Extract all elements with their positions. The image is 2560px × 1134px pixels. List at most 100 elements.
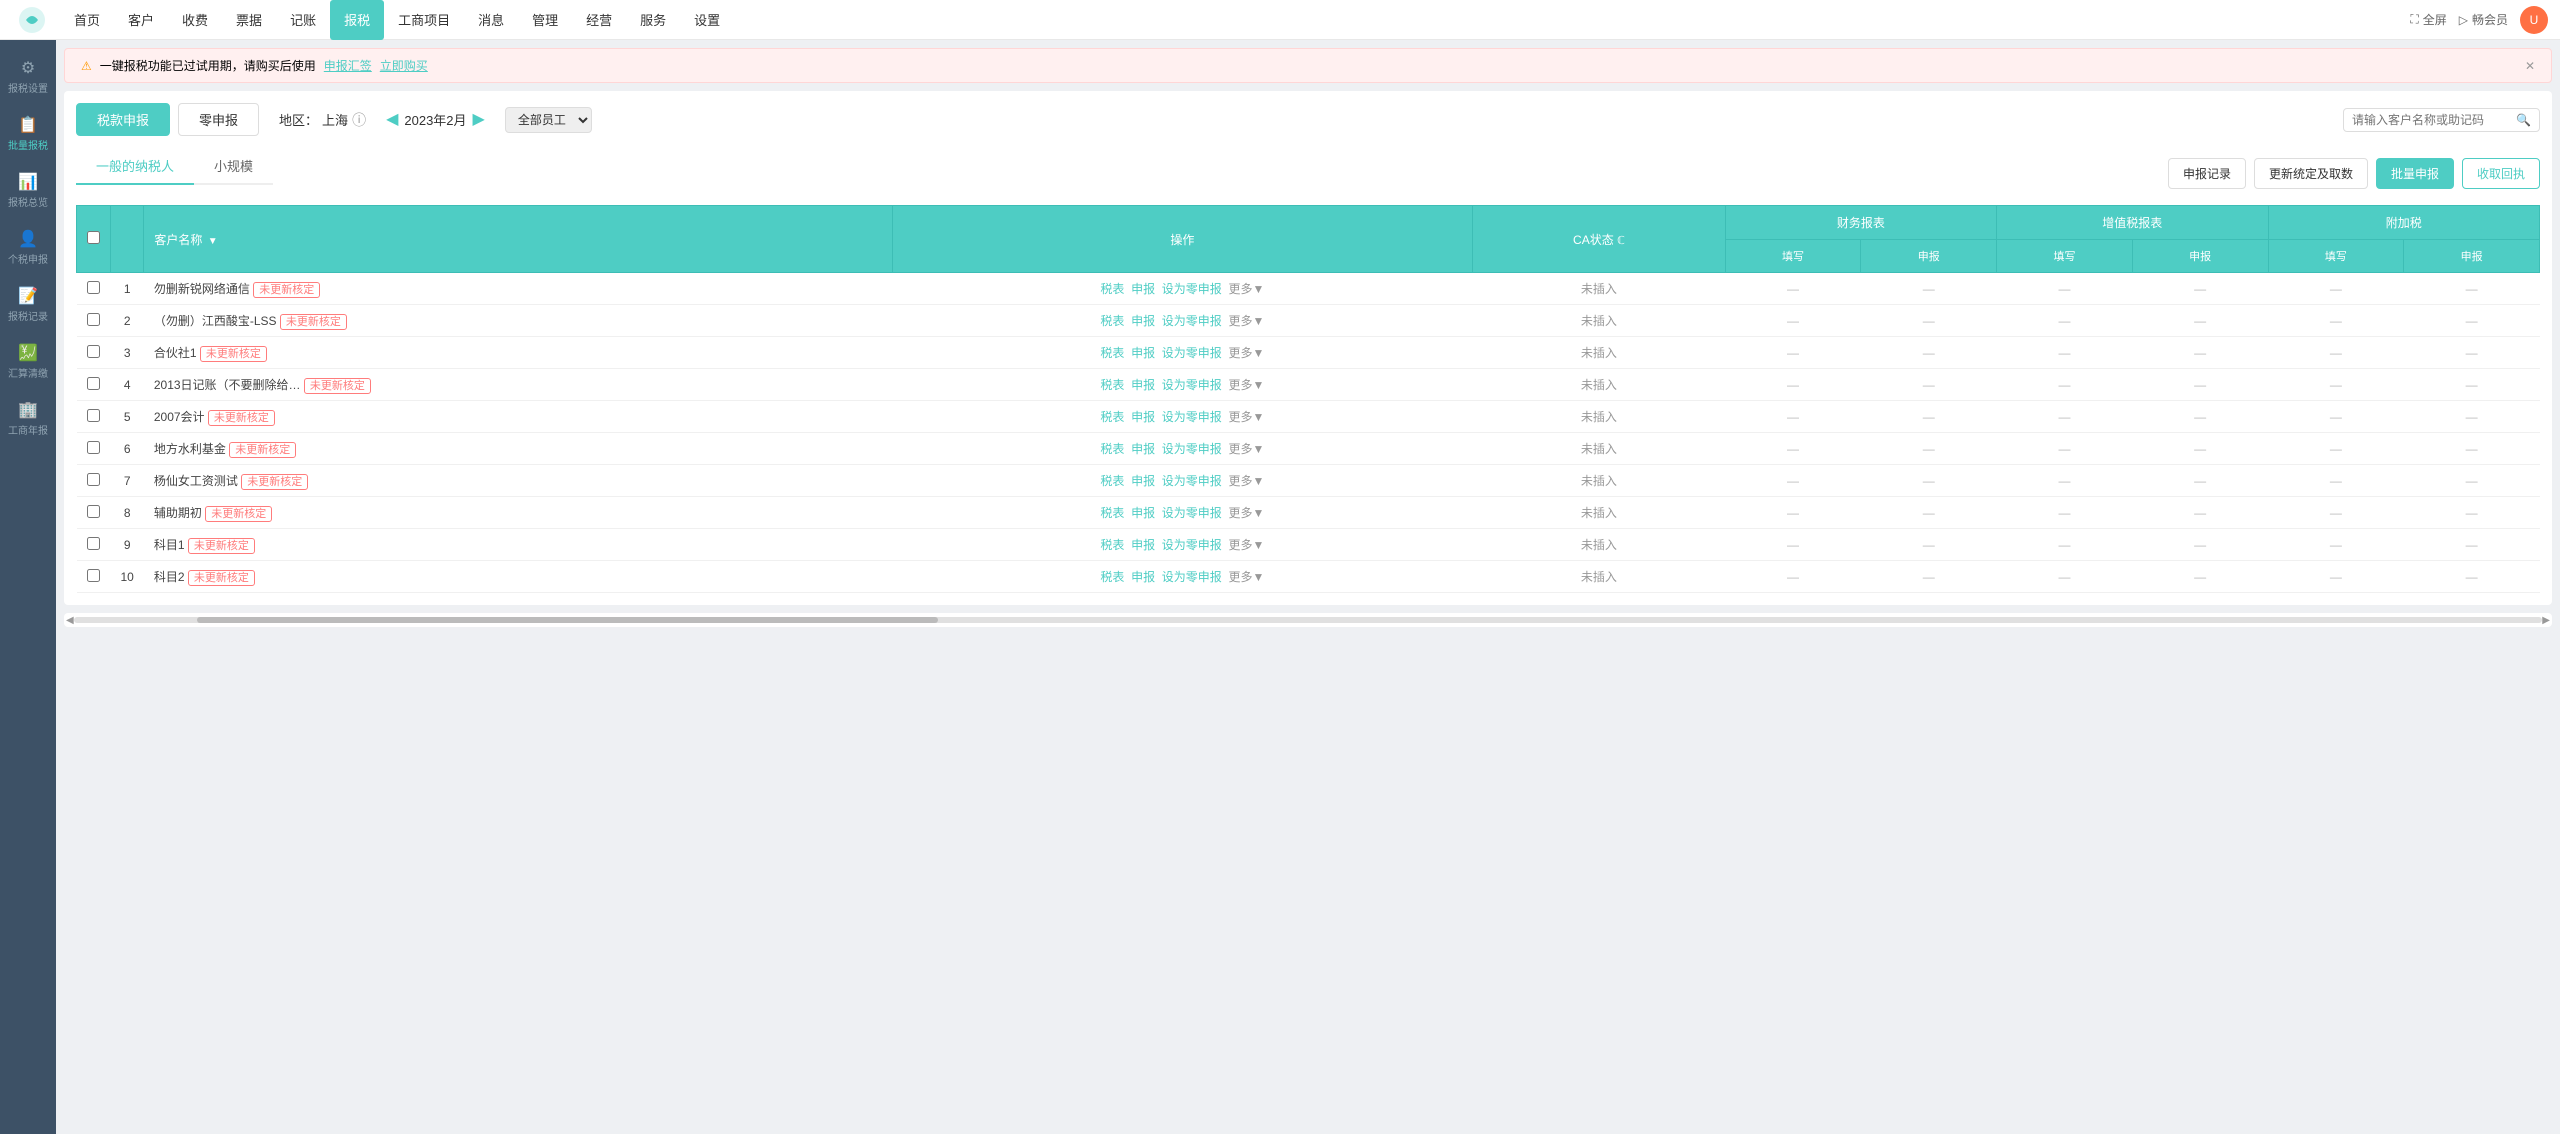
op-zero-declare-1[interactable]: 设为零申报 xyxy=(1162,314,1222,328)
sidebar-item-batch-tax[interactable]: 📋 批量报税 xyxy=(0,105,56,162)
op-declare-7[interactable]: 申报 xyxy=(1131,506,1155,520)
dept-dropdown[interactable]: 全部员工 xyxy=(505,107,592,133)
op-zero-declare-8[interactable]: 设为零申报 xyxy=(1162,538,1222,552)
tab-tax-declaration[interactable]: 税款申报 xyxy=(76,103,170,136)
scroll-left-arrow[interactable]: ◀ xyxy=(66,615,74,626)
row-checkbox-5[interactable] xyxy=(87,441,100,454)
date-prev-button[interactable]: ◀ xyxy=(386,112,398,128)
batch-declare-button[interactable]: 批量申报 xyxy=(2376,158,2454,189)
date-next-button[interactable]: ▶ xyxy=(473,112,485,128)
op-tax-form-3[interactable]: 税表 xyxy=(1100,378,1124,392)
sidebar-label-batch-tax: 批量报税 xyxy=(8,137,48,152)
op-tax-form-8[interactable]: 税表 xyxy=(1100,538,1124,552)
search-input[interactable] xyxy=(2352,113,2512,127)
topnav-item-bookkeeping[interactable]: 记账 xyxy=(276,0,330,40)
sidebar-item-tax-record[interactable]: 📝 报税记录 xyxy=(0,276,56,333)
op-more-7[interactable]: 更多▼ xyxy=(1228,506,1264,520)
sidebar-item-tax-settings[interactable]: ⚙ 报税设置 xyxy=(0,48,56,105)
op-zero-declare-3[interactable]: 设为零申报 xyxy=(1162,378,1222,392)
topnav-item-service[interactable]: 服务 xyxy=(626,0,680,40)
row-client-9: 科目2 未更新核定 xyxy=(144,561,892,593)
op-more-3[interactable]: 更多▼ xyxy=(1228,378,1264,392)
member-icon: ▷ xyxy=(2459,13,2468,27)
scroll-track[interactable] xyxy=(74,617,2543,623)
topnav-item-home[interactable]: 首页 xyxy=(60,0,114,40)
sidebar-item-settlement[interactable]: 💹 汇算清缴 xyxy=(0,333,56,390)
op-tax-form-1[interactable]: 税表 xyxy=(1100,314,1124,328)
declare-record-button[interactable]: 申报记录 xyxy=(2168,158,2246,189)
row-checkbox-9[interactable] xyxy=(87,569,100,582)
topnav-item-commerce[interactable]: 工商项目 xyxy=(384,0,464,40)
op-zero-declare-5[interactable]: 设为零申报 xyxy=(1162,442,1222,456)
row-checkbox-2[interactable] xyxy=(87,345,100,358)
topnav-item-invoice[interactable]: 票据 xyxy=(222,0,276,40)
op-tax-form-9[interactable]: 税表 xyxy=(1100,570,1124,584)
taxpayer-tab-general[interactable]: 一般的纳税人 xyxy=(76,148,194,185)
op-more-5[interactable]: 更多▼ xyxy=(1228,442,1264,456)
op-declare-9[interactable]: 申报 xyxy=(1131,570,1155,584)
op-more-0[interactable]: 更多▼ xyxy=(1228,282,1264,296)
notice-link-buy[interactable]: 立即购买 xyxy=(380,57,428,74)
op-declare-8[interactable]: 申报 xyxy=(1131,538,1155,552)
op-more-2[interactable]: 更多▼ xyxy=(1228,346,1264,360)
notice-link-report[interactable]: 申报汇签 xyxy=(324,57,372,74)
op-declare-0[interactable]: 申报 xyxy=(1131,282,1155,296)
op-zero-declare-2[interactable]: 设为零申报 xyxy=(1162,346,1222,360)
row-checkbox-7[interactable] xyxy=(87,505,100,518)
row-checkbox-8[interactable] xyxy=(87,537,100,550)
topnav-item-message[interactable]: 消息 xyxy=(464,0,518,40)
user-avatar[interactable]: U xyxy=(2520,6,2548,34)
op-declare-5[interactable]: 申报 xyxy=(1131,442,1155,456)
horizontal-scrollbar[interactable]: ◀ ▶ xyxy=(64,613,2552,627)
topnav-item-settings[interactable]: 设置 xyxy=(680,0,734,40)
op-zero-declare-7[interactable]: 设为零申报 xyxy=(1162,506,1222,520)
op-zero-declare-9[interactable]: 设为零申报 xyxy=(1162,570,1222,584)
row-checkbox-1[interactable] xyxy=(87,313,100,326)
op-more-8[interactable]: 更多▼ xyxy=(1228,538,1264,552)
topnav-item-client[interactable]: 客户 xyxy=(114,0,168,40)
op-tax-form-2[interactable]: 税表 xyxy=(1100,346,1124,360)
op-more-9[interactable]: 更多▼ xyxy=(1228,570,1264,584)
op-zero-declare-6[interactable]: 设为零申报 xyxy=(1162,474,1222,488)
op-tax-form-6[interactable]: 税表 xyxy=(1100,474,1124,488)
ca-info-icon[interactable]: ℂ xyxy=(1617,235,1625,247)
op-more-6[interactable]: 更多▼ xyxy=(1228,474,1264,488)
op-more-4[interactable]: 更多▼ xyxy=(1228,410,1264,424)
op-more-1[interactable]: 更多▼ xyxy=(1228,314,1264,328)
tab-zero-declaration[interactable]: 零申报 xyxy=(178,103,259,136)
op-declare-1[interactable]: 申报 xyxy=(1131,314,1155,328)
fetch-back-button[interactable]: 收取回执 xyxy=(2462,158,2540,189)
select-all-checkbox[interactable] xyxy=(87,231,100,244)
sidebar-item-tax-overview[interactable]: 📊 报税总览 xyxy=(0,162,56,219)
op-declare-2[interactable]: 申报 xyxy=(1131,346,1155,360)
op-declare-4[interactable]: 申报 xyxy=(1131,410,1155,424)
topnav-item-operations[interactable]: 经营 xyxy=(572,0,626,40)
region-info-icon[interactable]: ⓘ xyxy=(352,110,366,130)
sidebar-item-annual-report[interactable]: 🏢 工商年报 xyxy=(0,390,56,447)
sidebar-item-personal-tax[interactable]: 👤 个税申报 xyxy=(0,219,56,276)
op-tax-form-7[interactable]: 税表 xyxy=(1100,506,1124,520)
topnav-item-tax[interactable]: 报税 xyxy=(330,0,384,40)
row-checkbox-4[interactable] xyxy=(87,409,100,422)
op-zero-declare-0[interactable]: 设为零申报 xyxy=(1162,282,1222,296)
op-declare-3[interactable]: 申报 xyxy=(1131,378,1155,392)
scroll-thumb[interactable] xyxy=(197,617,938,623)
update-quota-button[interactable]: 更新统定及取数 xyxy=(2254,158,2368,189)
op-tax-form-0[interactable]: 税表 xyxy=(1100,282,1124,296)
row-checkbox-6[interactable] xyxy=(87,473,100,486)
member-button[interactable]: ▷ 畅会员 xyxy=(2459,11,2508,28)
client-sort-icon[interactable]: ▼ xyxy=(208,236,218,247)
fullscreen-button[interactable]: ⛶ 全屏 xyxy=(2410,11,2446,28)
op-zero-declare-4[interactable]: 设为零申报 xyxy=(1162,410,1222,424)
row-checkbox-0[interactable] xyxy=(87,281,100,294)
op-declare-6[interactable]: 申报 xyxy=(1131,474,1155,488)
op-tax-form-5[interactable]: 税表 xyxy=(1100,442,1124,456)
topnav-item-fee[interactable]: 收费 xyxy=(168,0,222,40)
op-tax-form-4[interactable]: 税表 xyxy=(1100,410,1124,424)
scroll-right-arrow[interactable]: ▶ xyxy=(2542,615,2550,626)
search-icon[interactable]: 🔍 xyxy=(2516,113,2531,127)
taxpayer-tab-small[interactable]: 小规模 xyxy=(194,148,273,185)
row-checkbox-3[interactable] xyxy=(87,377,100,390)
topnav-item-manage[interactable]: 管理 xyxy=(518,0,572,40)
notice-close-button[interactable]: ✕ xyxy=(2525,59,2535,73)
